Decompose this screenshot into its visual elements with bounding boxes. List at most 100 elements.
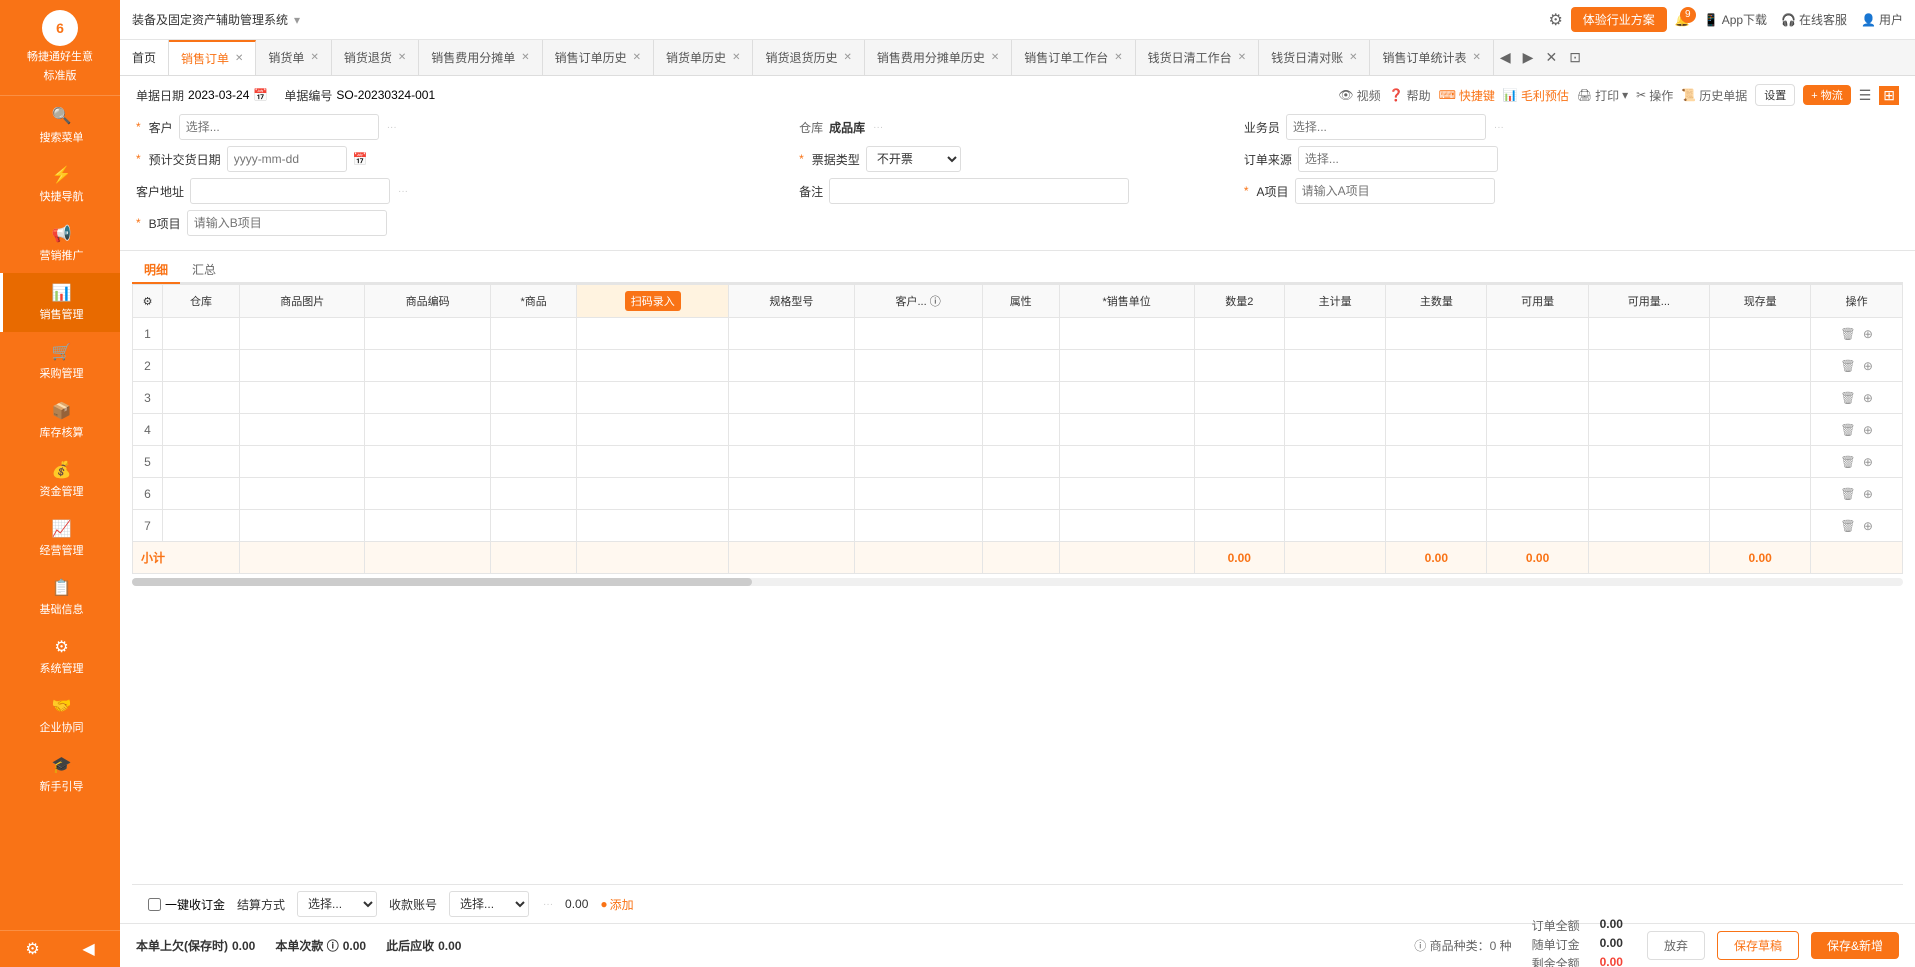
b-project-input[interactable] <box>187 210 387 236</box>
grid-view-icon[interactable]: ⊞ <box>1879 86 1899 105</box>
row-copy-icon-1[interactable]: ⊕ <box>1863 327 1873 341</box>
row-customer-code-7[interactable] <box>854 510 982 542</box>
address-input[interactable] <box>190 178 390 204</box>
row-main-qty-1[interactable] <box>1386 318 1487 350</box>
row-qty2-4[interactable] <box>1194 414 1284 446</box>
row-copy-icon-5[interactable]: ⊕ <box>1863 455 1873 469</box>
account-select[interactable]: 选择... <box>449 891 529 917</box>
tab-close-11[interactable]: ✕ <box>1349 52 1357 63</box>
sidebar-item-快捷导航[interactable]: ⚡快捷导航 <box>0 155 120 214</box>
calendar-icon[interactable]: 📅 <box>253 88 268 102</box>
row-code-6[interactable] <box>365 478 490 510</box>
user-menu[interactable]: 👤 用户 <box>1861 11 1903 28</box>
history-action[interactable]: 📜 历史单据 <box>1681 87 1747 104</box>
row-copy-icon-7[interactable]: ⊕ <box>1863 519 1873 533</box>
row-spec-2[interactable] <box>729 350 854 382</box>
sidebar-item-新手引导[interactable]: 🎓新手引导 <box>0 745 120 804</box>
row-goods-5[interactable] <box>490 446 576 478</box>
sidebar-item-企业协同[interactable]: 🤝企业协同 <box>0 686 120 745</box>
row-code-1[interactable] <box>365 318 490 350</box>
row-attr-7[interactable] <box>982 510 1059 542</box>
row-warehouse-2[interactable] <box>163 350 240 382</box>
row-attr-4[interactable] <box>982 414 1059 446</box>
tab-8[interactable]: 销售费用分摊单历史✕ <box>865 40 1012 76</box>
row-delete-icon-2[interactable]: 🗑 <box>1840 359 1855 373</box>
row-main-qty-4[interactable] <box>1386 414 1487 446</box>
row-qty2-6[interactable] <box>1194 478 1284 510</box>
horizontal-scrollbar[interactable] <box>132 578 1903 586</box>
settings-gear-icon[interactable]: ⚙ <box>1548 10 1562 30</box>
tab-close-5[interactable]: ✕ <box>633 52 641 63</box>
tab-close-10[interactable]: ✕ <box>1238 52 1246 63</box>
row-code-7[interactable] <box>365 510 490 542</box>
tab-close-3[interactable]: ✕ <box>398 52 406 63</box>
sidebar-item-经营管理[interactable]: 📈经营管理 <box>0 509 120 568</box>
tab-close-7[interactable]: ✕ <box>843 52 851 63</box>
notification-icon[interactable]: 🔔 9 <box>1675 13 1690 27</box>
sidebar-item-系统管理[interactable]: ⚙系统管理 <box>0 627 120 686</box>
scan-button[interactable]: 扫码录入 <box>625 291 681 311</box>
row-goods-6[interactable] <box>490 478 576 510</box>
shortcut-action[interactable]: ⌨ 快捷键 <box>1439 87 1495 104</box>
row-unit-1[interactable] <box>1059 318 1194 350</box>
row-customer-code-2[interactable] <box>854 350 982 382</box>
row-main-qty-2[interactable] <box>1386 350 1487 382</box>
row-qty2-5[interactable] <box>1194 446 1284 478</box>
row-code-3[interactable] <box>365 382 490 414</box>
row-delete-icon-7[interactable]: 🗑 <box>1840 519 1855 533</box>
tab-2[interactable]: 销货单✕ <box>256 40 331 76</box>
tab-close-8[interactable]: ✕ <box>991 52 999 63</box>
tab-10[interactable]: 钱货日清工作台✕ <box>1136 40 1259 76</box>
warehouse-more-icon[interactable]: ··· <box>873 122 883 133</box>
row-qty2-3[interactable] <box>1194 382 1284 414</box>
customer-input[interactable] <box>179 114 379 140</box>
row-delete-icon-3[interactable]: 🗑 <box>1840 391 1855 405</box>
tab-summary[interactable]: 汇总 <box>180 257 228 284</box>
row-main-qty-6[interactable] <box>1386 478 1487 510</box>
sidebar-item-资金管理[interactable]: 💰资金管理 <box>0 450 120 509</box>
row-unit-4[interactable] <box>1059 414 1194 446</box>
profit-action[interactable]: 📊 毛利预估 <box>1503 87 1569 104</box>
sidebar-item-基础信息[interactable]: 📋基础信息 <box>0 568 120 627</box>
row-warehouse-1[interactable] <box>163 318 240 350</box>
col-scan[interactable]: 扫码录入 <box>577 285 729 318</box>
row-copy-icon-3[interactable]: ⊕ <box>1863 391 1873 405</box>
customer-more-icon[interactable]: ··· <box>387 122 397 133</box>
row-customer-code-6[interactable] <box>854 478 982 510</box>
row-unit-2[interactable] <box>1059 350 1194 382</box>
row-code-5[interactable] <box>365 446 490 478</box>
row-goods-2[interactable] <box>490 350 576 382</box>
row-delete-icon-4[interactable]: 🗑 <box>1840 423 1855 437</box>
tab-12[interactable]: 销售订单统计表✕ <box>1370 40 1493 76</box>
row-spec-5[interactable] <box>729 446 854 478</box>
help-action[interactable]: ❓ 帮助 <box>1389 87 1431 104</box>
row-main-qty-7[interactable] <box>1386 510 1487 542</box>
row-goods-4[interactable] <box>490 414 576 446</box>
btn-settings-button[interactable]: 设置 <box>1755 84 1795 106</box>
row-copy-icon-2[interactable]: ⊕ <box>1863 359 1873 373</box>
a-project-input[interactable] <box>1295 178 1495 204</box>
expected-date-input[interactable] <box>227 146 347 172</box>
tab-close-6[interactable]: ✕ <box>732 52 740 63</box>
row-qty2-1[interactable] <box>1194 318 1284 350</box>
tab-5[interactable]: 销售订单历史✕ <box>543 40 654 76</box>
tab-0[interactable]: 首页 <box>120 40 169 76</box>
dropdown-arrow-icon[interactable]: ▾ <box>294 13 300 27</box>
row-code-2[interactable] <box>365 350 490 382</box>
sidebar-item-搜索菜单[interactable]: 🔍搜索菜单 <box>0 96 120 155</box>
tab-11[interactable]: 钱货日清对账✕ <box>1259 40 1370 76</box>
row-goods-7[interactable] <box>490 510 576 542</box>
tab-next-btn[interactable]: ▶ <box>1517 40 1540 76</box>
order-source-input[interactable] <box>1298 146 1498 172</box>
one-click-checkbox[interactable] <box>148 898 161 911</box>
row-unit-3[interactable] <box>1059 382 1194 414</box>
tab-3[interactable]: 销货退货✕ <box>332 40 419 76</box>
row-unit-7[interactable] <box>1059 510 1194 542</box>
tab-detail[interactable]: 明细 <box>132 257 180 284</box>
tab-6[interactable]: 销货单历史✕ <box>654 40 753 76</box>
row-warehouse-3[interactable] <box>163 382 240 414</box>
expected-date-calendar-icon[interactable]: 📅 <box>353 152 368 166</box>
row-qty2-2[interactable] <box>1194 350 1284 382</box>
payment-select[interactable]: 选择... <box>297 891 377 917</box>
tab-4[interactable]: 销售费用分摊单✕ <box>419 40 542 76</box>
